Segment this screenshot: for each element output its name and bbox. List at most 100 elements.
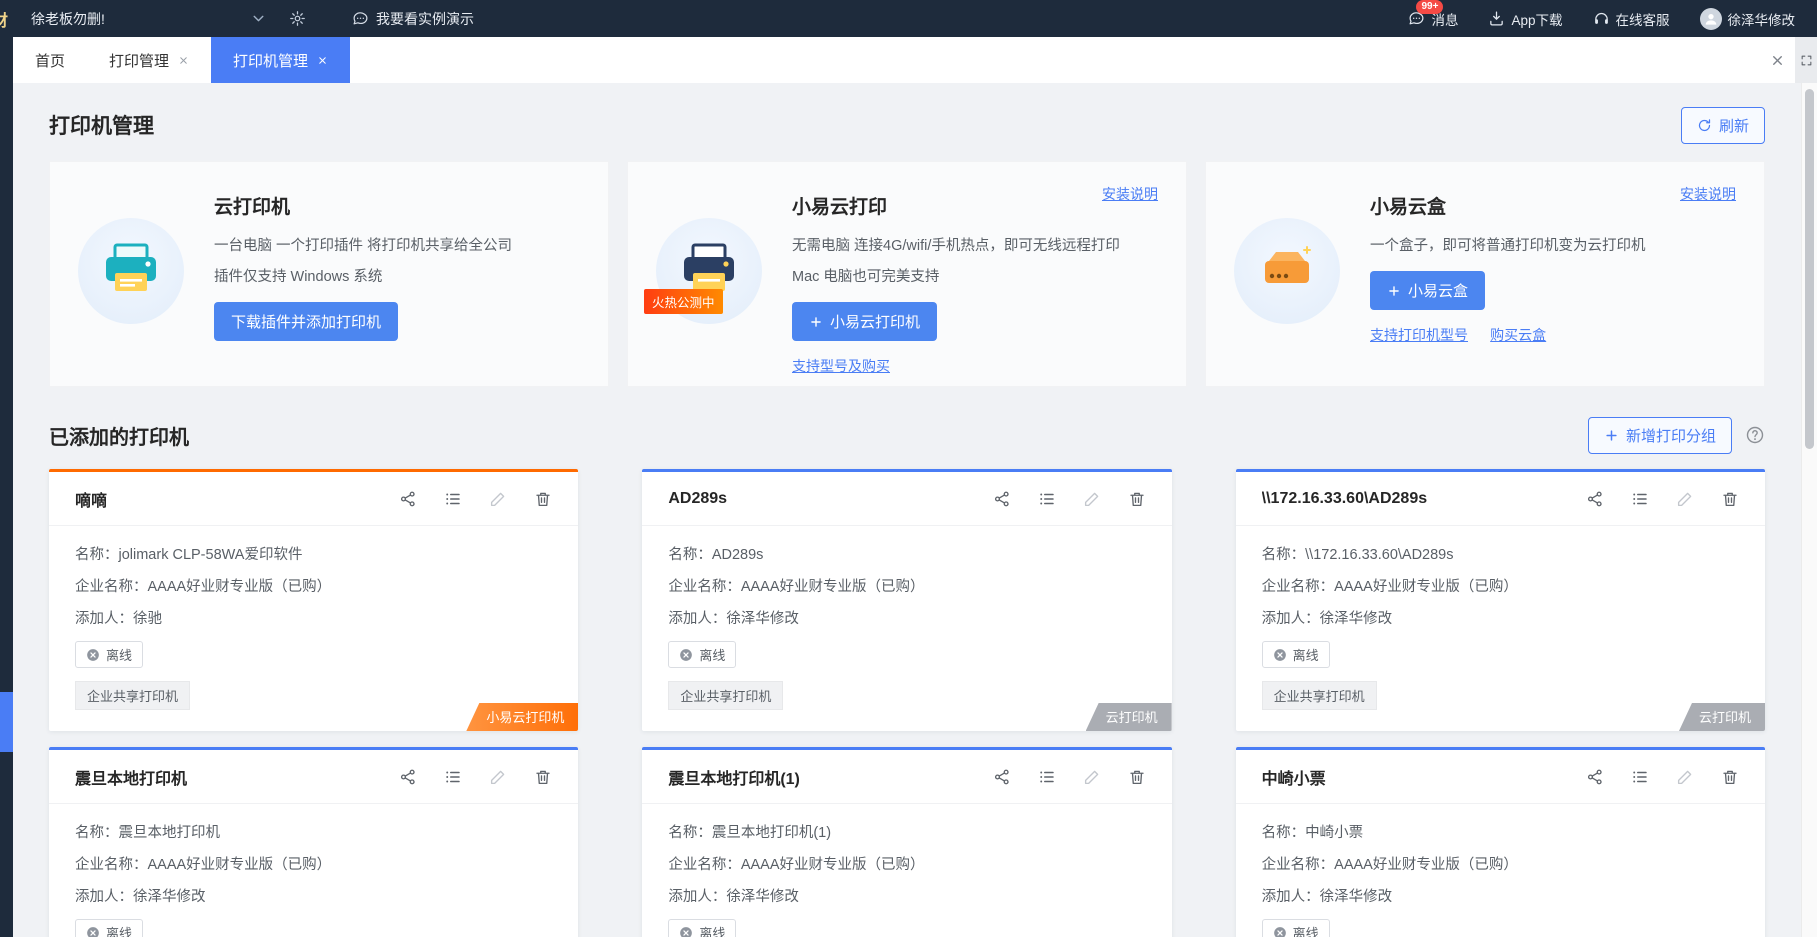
- user-menu[interactable]: 徐泽华修改: [1699, 7, 1796, 30]
- edit-icon[interactable]: [489, 490, 507, 508]
- delete-icon[interactable]: [1128, 768, 1146, 786]
- edit-icon[interactable]: [489, 768, 507, 786]
- field-label: 名称：: [1261, 825, 1306, 841]
- refresh-icon: [1697, 118, 1712, 133]
- promo-xiaoyi-cloud-box: 安装说明 小易云盒 一个盒子，即可将普通打印机变为云打印机 小易云盒 支持打印机…: [1205, 161, 1765, 387]
- field-value: AAAA好业财专业版（已购）: [147, 579, 332, 595]
- hot-beta-badge: 火热公测中: [644, 289, 723, 314]
- plus-icon: [1387, 284, 1401, 298]
- printer-actions: [399, 768, 552, 786]
- list-icon[interactable]: [1631, 490, 1649, 508]
- printer-type-corner-tag: 云打印机: [1085, 703, 1172, 731]
- share-icon[interactable]: [399, 768, 417, 786]
- delete-icon[interactable]: [534, 768, 552, 786]
- field-value: 徐泽华修改: [1319, 889, 1393, 905]
- fullscreen-button[interactable]: [1795, 37, 1817, 83]
- list-icon[interactable]: [444, 490, 462, 508]
- close-icon[interactable]: [317, 55, 328, 66]
- share-icon[interactable]: [993, 768, 1011, 786]
- share-icon[interactable]: [993, 490, 1011, 508]
- status-label: 离线: [106, 648, 133, 663]
- topbar: 财 徐老板勿删! 我要看实例演示 消息 99+ App下载 在线客服 徐泽华修改: [0, 0, 1817, 37]
- list-icon[interactable]: [444, 768, 462, 786]
- edit-icon[interactable]: [1676, 490, 1694, 508]
- demo-link[interactable]: 我要看实例演示: [352, 9, 474, 29]
- delete-icon[interactable]: [534, 490, 552, 508]
- close-icon[interactable]: [1770, 53, 1785, 68]
- app-download-button[interactable]: App下载: [1488, 9, 1563, 29]
- field-value: 震旦本地打印机: [118, 825, 221, 841]
- tab-print-management[interactable]: 打印管理: [87, 37, 211, 83]
- offline-x-icon: [679, 926, 693, 937]
- field-value: AD289s: [711, 547, 764, 563]
- supported-models-link[interactable]: 支持打印机型号: [1370, 325, 1468, 345]
- plus-icon: [809, 315, 823, 329]
- printer-card: AD289s 名称：AD289s 企业名称：AAAA好业财专业版（已购） 添加人…: [642, 469, 1172, 731]
- user-name: 徐泽华修改: [1727, 12, 1796, 28]
- close-icon[interactable]: [178, 55, 189, 66]
- share-icon[interactable]: [399, 490, 417, 508]
- add-print-group-label: 新增打印分组: [1625, 427, 1716, 445]
- delete-icon[interactable]: [1721, 768, 1739, 786]
- printer-card-body: 名称：中崎小票 企业名称：AAAA好业财专业版（已购） 添加人：徐泽华修改 离线: [1236, 804, 1765, 937]
- page-title: 打印机管理: [49, 115, 154, 138]
- field-label: 添加人：: [1261, 611, 1320, 627]
- printers-section-title: 已添加的打印机: [49, 426, 189, 449]
- offline-x-icon: [1273, 926, 1287, 937]
- printer-card-body: 名称：AD289s 企业名称：AAAA好业财专业版（已购） 添加人：徐泽华修改 …: [642, 526, 1171, 710]
- messages-button[interactable]: 消息 99+: [1408, 0, 1458, 29]
- share-icon[interactable]: [1586, 490, 1604, 508]
- logo-text: 财: [0, 12, 9, 30]
- chevron-down-icon: [250, 10, 267, 27]
- refresh-button[interactable]: 刷新: [1680, 106, 1765, 144]
- chat-bubble-icon: [352, 10, 369, 27]
- messages-count-badge: 99+: [1416, 0, 1444, 14]
- app-window: 财 徐老板勿删! 我要看实例演示 消息 99+ App下载 在线客服 徐泽华修改…: [0, 0, 1817, 937]
- printer-name-field: 名称：AD289s: [668, 543, 1145, 564]
- printer-added-by-field: 添加人：徐泽华修改: [668, 607, 1145, 628]
- models-purchase-link[interactable]: 支持型号及购买: [792, 356, 890, 376]
- install-guide-link[interactable]: 安装说明: [1102, 184, 1158, 204]
- list-icon[interactable]: [1631, 768, 1649, 786]
- printer-card-header: 震旦本地打印机: [49, 750, 579, 804]
- delete-icon[interactable]: [1721, 490, 1739, 508]
- printer-card-header: AD289s: [642, 472, 1172, 526]
- collapsed-sidebar[interactable]: [0, 37, 13, 937]
- add-print-group-button[interactable]: 新增打印分组: [1587, 416, 1732, 454]
- help-icon[interactable]: [1745, 425, 1765, 445]
- status-label: 离线: [699, 926, 726, 937]
- list-icon[interactable]: [1038, 490, 1056, 508]
- buy-cloud-box-link[interactable]: 购买云盒: [1490, 325, 1546, 345]
- printer-card-body: 名称：震旦本地打印机(1) 企业名称：AAAA好业财专业版（已购） 添加人：徐泽…: [642, 804, 1171, 937]
- demo-label: 我要看实例演示: [376, 10, 474, 27]
- edit-icon[interactable]: [1083, 490, 1101, 508]
- field-value: AAAA好业财专业版（已购）: [740, 579, 925, 595]
- printer-added-by-field: 添加人：徐泽华修改: [1262, 607, 1739, 628]
- field-value: AAAA好业财专业版（已购）: [740, 857, 925, 873]
- add-cloud-printer-button[interactable]: 小易云打印机: [792, 302, 938, 341]
- tab-printer-management[interactable]: 打印机管理: [211, 37, 351, 83]
- company-selector-dropdown[interactable]: 徐老板勿删!: [23, 9, 275, 29]
- field-value: AAAA好业财专业版（已购）: [1334, 579, 1518, 595]
- promo-title: 小易云盒: [1370, 197, 1447, 218]
- field-label: 企业名称：: [1261, 857, 1335, 873]
- add-cloud-box-button[interactable]: 小易云盒: [1370, 271, 1486, 310]
- online-support-button[interactable]: 在线客服: [1593, 9, 1670, 29]
- tab-home[interactable]: 首页: [13, 37, 87, 83]
- printer-card-header: 震旦本地打印机(1): [642, 750, 1172, 804]
- printer-title: 中崎小票: [1261, 770, 1326, 788]
- offline-x-icon: [1273, 648, 1287, 662]
- install-guide-link[interactable]: 安装说明: [1680, 184, 1736, 204]
- delete-icon[interactable]: [1128, 490, 1146, 508]
- download-plugin-button[interactable]: 下载插件并添加打印机: [214, 302, 399, 341]
- printer-illustration: [78, 218, 184, 324]
- edit-icon[interactable]: [1676, 768, 1694, 786]
- list-icon[interactable]: [1038, 768, 1056, 786]
- edit-icon[interactable]: [1083, 768, 1101, 786]
- tabbar-right: [1770, 37, 1817, 83]
- share-icon[interactable]: [1586, 768, 1604, 786]
- scrollbar-thumb[interactable]: [1805, 89, 1814, 449]
- offline-x-icon: [679, 648, 693, 662]
- gear-icon[interactable]: [289, 10, 306, 27]
- vertical-scrollbar[interactable]: [1801, 83, 1817, 937]
